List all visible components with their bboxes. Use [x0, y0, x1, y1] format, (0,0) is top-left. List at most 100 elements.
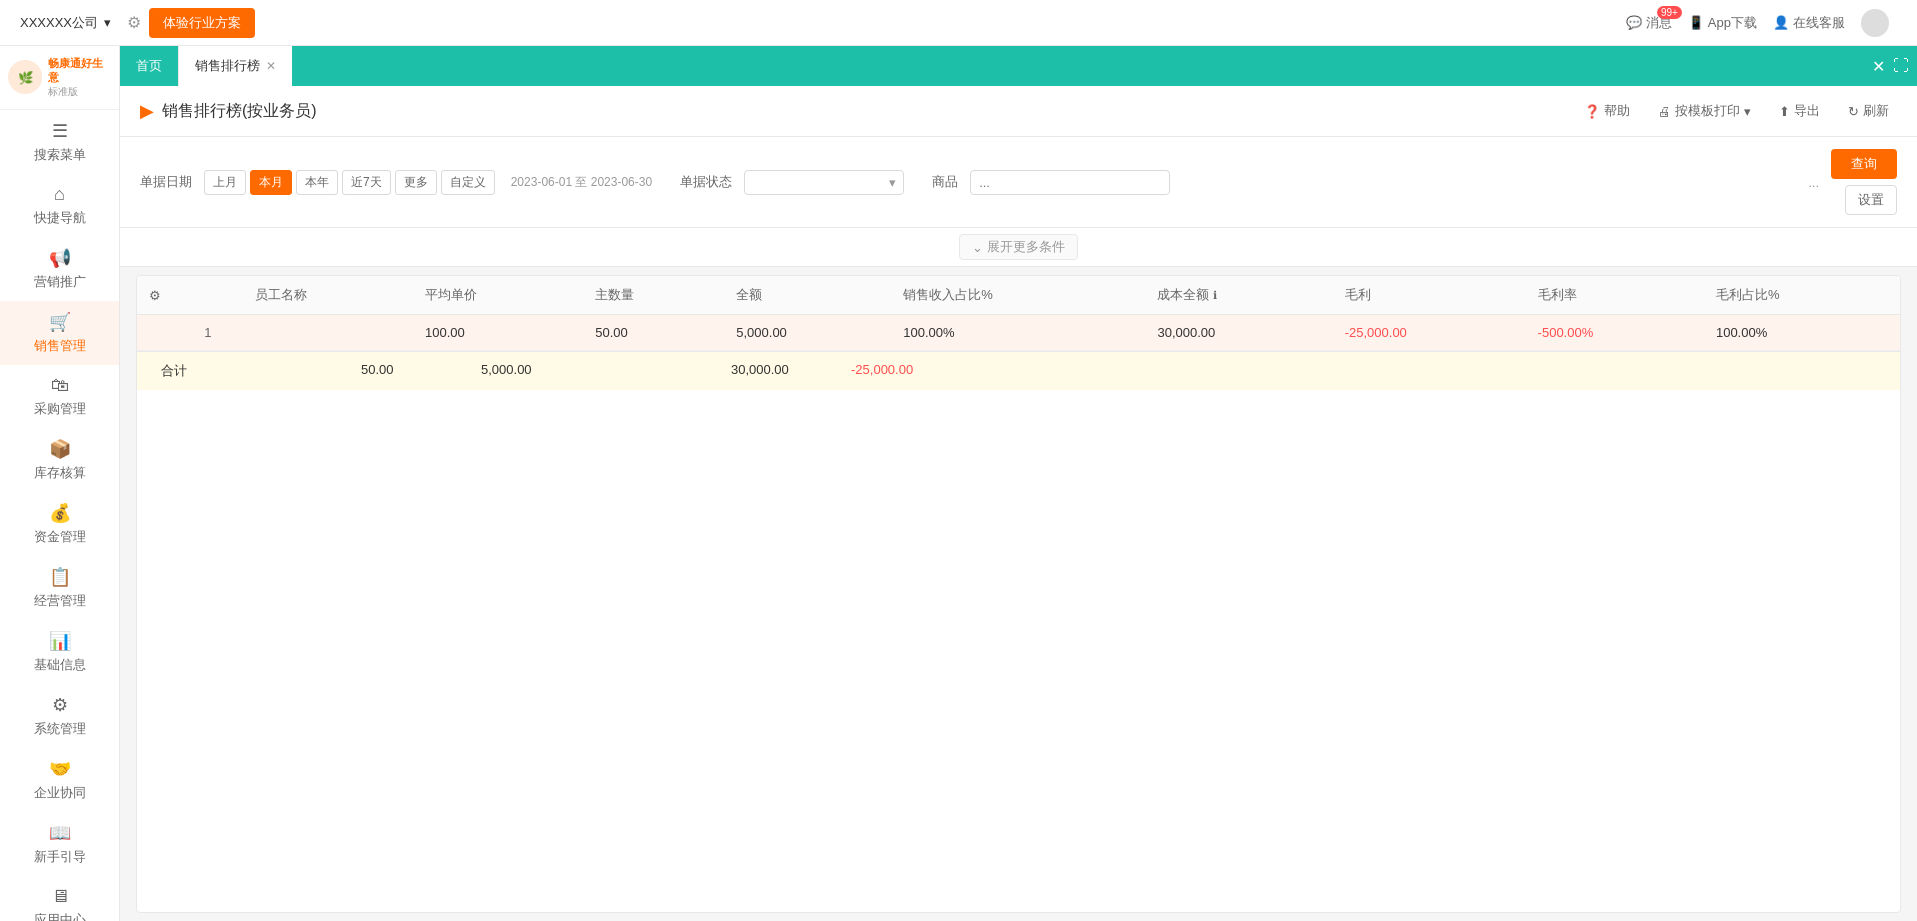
footer-cost: 30,000.00 [719, 362, 839, 380]
sidebar-item-system[interactable]: ⚙ 系统管理 [0, 684, 119, 748]
sidebar-label-marketing: 营销推广 [34, 273, 86, 291]
th-rank [173, 276, 243, 315]
dots-icon: ... [1808, 175, 1819, 190]
message-badge: 99+ [1657, 6, 1682, 19]
table-wrap: ⚙ 员工名称 平均单价 主数量 全额 销售收入占比% 成本全额 ℹ 毛利 毛利率… [136, 275, 1901, 913]
inventory-icon: 📦 [49, 438, 71, 460]
last-7-btn[interactable]: 近7天 [342, 170, 391, 195]
query-button[interactable]: 查询 [1831, 149, 1897, 179]
sidebar-item-finance[interactable]: 💰 资金管理 [0, 492, 119, 556]
last-month-btn[interactable]: 上月 [204, 170, 246, 195]
chevron-down-icon: ▾ [104, 15, 111, 30]
finance-icon: 💰 [49, 502, 71, 524]
sidebar-item-inventory[interactable]: 📦 库存核算 [0, 428, 119, 492]
th-cost: 成本全额 ℹ [1145, 276, 1332, 315]
export-button[interactable]: ⬆ 导出 [1771, 98, 1828, 124]
filter-settings-button[interactable]: 设置 [1845, 185, 1897, 215]
td-avg-price: 100.00 [413, 315, 583, 351]
system-icon: ⚙ [52, 694, 68, 716]
sidebar-label-purchase: 采购管理 [34, 400, 86, 418]
footer-amount: 5,000.00 [469, 362, 599, 380]
th-sales-pct: 销售收入占比% [891, 276, 1145, 315]
th-settings[interactable]: ⚙ [137, 276, 173, 315]
td-amount: 5,000.00 [724, 315, 891, 351]
content-area: 首页 销售排行榜 ✕ ✕ ⛶ ▶ 销售排行榜(按业务员) ❓ [120, 46, 1917, 921]
sidebar-item-guide[interactable]: 📖 新手引导 [0, 812, 119, 876]
th-name: 员工名称 [243, 276, 413, 315]
sidebar-item-purchase[interactable]: 🛍 采购管理 [0, 365, 119, 428]
tab-close-icon[interactable]: ✕ [266, 59, 276, 73]
sidebar-label-operations: 经营管理 [34, 592, 86, 610]
sidebar-item-basic-info[interactable]: 📊 基础信息 [0, 620, 119, 684]
sidebar-item-cooperation[interactable]: 🤝 企业协同 [0, 748, 119, 812]
tab-maximize-icon[interactable]: ⛶ [1893, 57, 1909, 75]
footer-label: 合计 [149, 362, 349, 380]
footer-qty: 50.00 [349, 362, 469, 380]
tab-close-window-icon[interactable]: ✕ [1872, 57, 1885, 76]
cost-info-icon[interactable]: ℹ [1213, 289, 1217, 301]
filter-more-button[interactable]: ... [1808, 175, 1819, 190]
page-title: 销售排行榜(按业务员) [162, 101, 317, 122]
this-year-btn[interactable]: 本年 [296, 170, 338, 195]
goods-input[interactable] [970, 170, 1170, 195]
more-btn[interactable]: 更多 [395, 170, 437, 195]
tab-bar-actions: ✕ ⛶ [1872, 57, 1917, 76]
help-icon: ❓ [1584, 104, 1600, 119]
service-label: 在线客服 [1793, 14, 1845, 32]
sidebar-item-quick-nav[interactable]: ⌂ 快捷导航 [0, 174, 119, 237]
tab-home[interactable]: 首页 [120, 46, 178, 86]
cooperation-icon: 🤝 [49, 758, 71, 780]
th-profit-rate: 毛利率 [1526, 276, 1704, 315]
page-actions: ❓ 帮助 🖨 按模板打印 ▾ ⬆ 导出 ↻ 刷新 [1576, 98, 1897, 124]
sidebar-label-guide: 新手引导 [34, 848, 86, 866]
td-profit: -25,000.00 [1333, 315, 1526, 351]
td-main-qty: 50.00 [583, 315, 724, 351]
refresh-label: 刷新 [1863, 102, 1889, 120]
expand-more-button[interactable]: ⌄ 展开更多条件 [959, 234, 1078, 260]
guide-icon: 📖 [49, 822, 71, 844]
message-button[interactable]: 💬 消息 99+ [1626, 14, 1672, 32]
operations-icon: 📋 [49, 566, 71, 588]
company-selector[interactable]: XXXXXX公司 ▾ [12, 10, 119, 36]
marketing-icon: 📢 [49, 247, 71, 269]
sidebar-item-sales[interactable]: 🛒 销售管理 [0, 301, 119, 365]
print-button[interactable]: 🖨 按模板打印 ▾ [1650, 98, 1759, 124]
page-content: ▶ 销售排行榜(按业务员) ❓ 帮助 🖨 按模板打印 ▾ ⬆ 导 [120, 86, 1917, 921]
td-rank: 1 [173, 315, 243, 351]
back-arrow-icon[interactable]: ▶ [140, 100, 154, 122]
this-month-btn[interactable]: 本月 [250, 170, 292, 195]
tab-bar: 首页 销售排行榜 ✕ ✕ ⛶ [120, 46, 1917, 86]
app-label: App下载 [1708, 14, 1757, 32]
sidebar-item-search-order[interactable]: ☰ 搜索菜单 [0, 110, 119, 174]
trial-button[interactable]: 体验行业方案 [149, 8, 255, 38]
th-avg-price: 平均单价 [413, 276, 583, 315]
td-settings [137, 315, 173, 351]
td-cost: 30,000.00 [1145, 315, 1332, 351]
refresh-icon: ↻ [1848, 104, 1859, 119]
logo-text-wrap: 畅康通好生意 标准版 [48, 56, 111, 99]
help-button[interactable]: ❓ 帮助 [1576, 98, 1638, 124]
filter-row-1: 单据日期 上月 本月 本年 近7天 更多 自定义 2023-06-01 至 20… [140, 149, 1897, 215]
sidebar-item-marketing[interactable]: 📢 营销推广 [0, 237, 119, 301]
expand-bar: ⌄ 展开更多条件 [120, 228, 1917, 267]
settings-icon[interactable]: ⚙ [127, 13, 141, 32]
status-select[interactable] [744, 170, 904, 195]
top-bar: XXXXXX公司 ▾ ⚙ 体验行业方案 💬 消息 99+ 📱 App下载 👤 在… [0, 0, 1917, 46]
tab-sales-rank-label: 销售排行榜 [195, 57, 260, 75]
app-download-button[interactable]: 📱 App下载 [1688, 14, 1757, 32]
online-service-button[interactable]: 👤 在线客服 [1773, 14, 1845, 32]
custom-btn[interactable]: 自定义 [441, 170, 495, 195]
sales-icon: 🛒 [49, 311, 71, 333]
refresh-button[interactable]: ↻ 刷新 [1840, 98, 1897, 124]
sidebar-item-operations[interactable]: 📋 经营管理 [0, 556, 119, 620]
logo-icon: 🌿 [8, 59, 42, 95]
logo-sub: 标准版 [48, 85, 111, 99]
footer-sales-pct [599, 362, 719, 380]
goods-label: 商品 [932, 173, 958, 191]
tab-sales-rank[interactable]: 销售排行榜 ✕ [178, 46, 292, 86]
main-layout: 🌿 畅康通好生意 标准版 ☰ 搜索菜单 ⌂ 快捷导航 📢 营销推广 🛒 销售管理… [0, 46, 1917, 921]
date-range-buttons: 上月 本月 本年 近7天 更多 自定义 [204, 170, 495, 195]
status-label: 单据状态 [680, 173, 732, 191]
avatar[interactable] [1861, 9, 1889, 37]
sidebar-item-apps[interactable]: 🖥 应用中心 [0, 876, 119, 921]
